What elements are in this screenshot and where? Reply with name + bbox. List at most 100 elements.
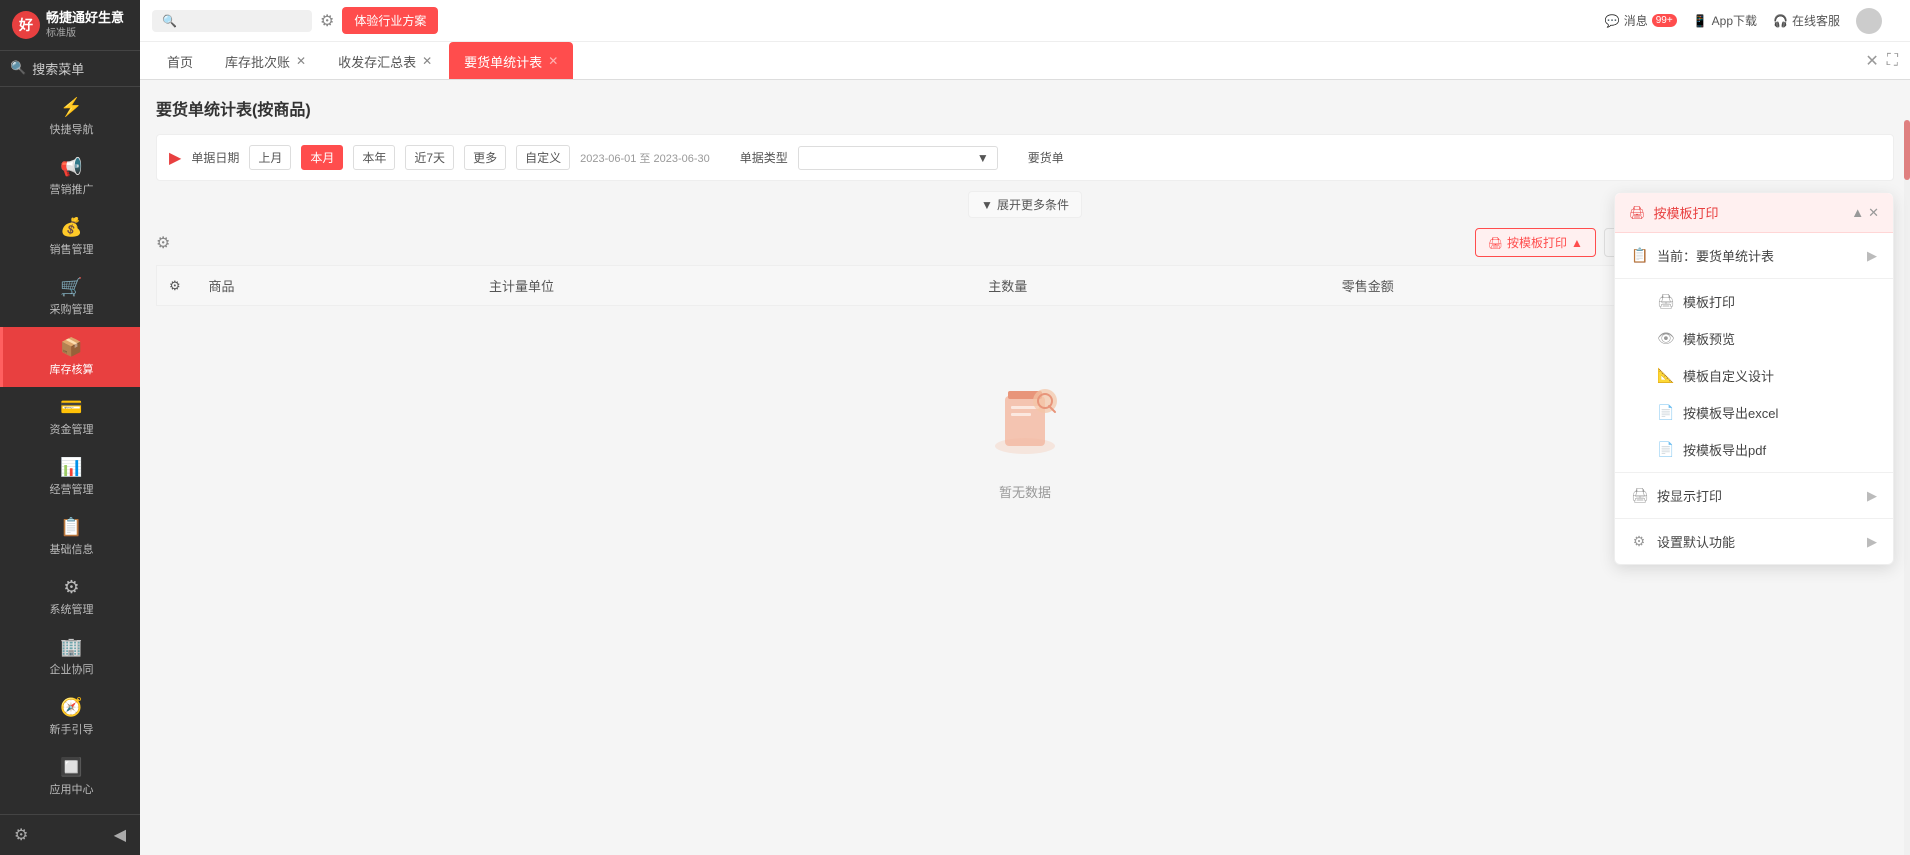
export-excel-icon: 📄 xyxy=(1657,404,1673,421)
date-filter-label: 单据日期 xyxy=(191,149,239,166)
search-menu-item[interactable]: 🔍 搜索菜单 xyxy=(0,51,140,87)
template-design-icon: 📐 xyxy=(1657,367,1673,384)
sidebar-item-operations[interactable]: 📊 经营管理 xyxy=(0,447,140,507)
user-avatar[interactable] xyxy=(1856,8,1882,34)
dropdown-section-current: 📋 当前：要货单统计表 ▶ xyxy=(1615,233,1893,279)
print-template-label: 按模板打印 xyxy=(1507,234,1567,251)
sidebar-item-sales[interactable]: 💰 销售管理 xyxy=(0,207,140,267)
sidebar-item-quick-nav[interactable]: ⚡ 快捷导航 xyxy=(0,87,140,147)
enterprise-label: 企业协同 xyxy=(50,661,94,677)
template-preview-icon: 👁 xyxy=(1657,330,1673,347)
print-btn-arrow: ▲ xyxy=(1571,236,1583,250)
col-settings[interactable]: ⚙ xyxy=(157,266,197,306)
tab-inventory-batch-close[interactable]: ✕ xyxy=(296,54,306,68)
app-center-label: 应用中心 xyxy=(50,781,94,797)
tab-order-stats-close[interactable]: ✕ xyxy=(548,54,558,68)
type-filter-label: 单据类型 xyxy=(740,149,788,166)
sidebar-item-inventory[interactable]: 📦 库存核算 xyxy=(0,327,140,387)
headset-icon: 🎧 xyxy=(1773,14,1788,28)
settings-footer-icon[interactable]: ⚙ xyxy=(14,825,28,845)
template-preview-label: 模板预览 xyxy=(1683,329,1735,348)
export-excel-label: 按模板导出excel xyxy=(1683,403,1778,422)
date-current-year-btn[interactable]: 本年 xyxy=(353,145,395,170)
current-template-icon: 📋 xyxy=(1631,247,1647,264)
dropdown-title-label: 按模板打印 xyxy=(1654,203,1719,222)
col-quantity: 主数量 xyxy=(976,266,1329,306)
sidebar-item-basic-info[interactable]: 📋 基础信息 xyxy=(0,507,140,567)
topbar-search-box[interactable]: 🔍 xyxy=(152,10,312,32)
set-default-icon: ⚙ xyxy=(1631,533,1647,550)
action-bar-left: ⚙ xyxy=(156,233,186,253)
page-scrollbar[interactable] xyxy=(1904,120,1910,855)
messages-icon: 💬 xyxy=(1605,14,1620,28)
date-current-month-btn[interactable]: 本月 xyxy=(301,145,343,170)
date-more-btn[interactable]: 更多 xyxy=(464,145,506,170)
purchase-icon: 🛒 xyxy=(60,277,82,298)
marketing-label: 营销推广 xyxy=(50,181,94,197)
tabs-actions: ✕ ⛶ xyxy=(1865,51,1898,71)
dropdown-template-design[interactable]: 📐 模板自定义设计 xyxy=(1615,357,1893,394)
topbar-settings-icon[interactable]: ⚙ xyxy=(320,11,334,31)
dropdown-export-pdf[interactable]: 📄 按模板导出pdf xyxy=(1615,431,1893,468)
expand-icon: ▼ xyxy=(981,198,993,212)
tab-receipt-summary[interactable]: 收发存汇总表 ✕ xyxy=(323,42,447,79)
scrollbar-thumb[interactable] xyxy=(1904,120,1910,180)
app-download-label: App下载 xyxy=(1712,12,1757,29)
messages-btn[interactable]: 💬 消息 99+ xyxy=(1605,12,1677,29)
expand-more-conditions-btn[interactable]: ▼ 展开更多条件 xyxy=(968,191,1082,218)
tab-close-all-icon[interactable]: ✕ xyxy=(1865,51,1878,71)
tab-inventory-batch[interactable]: 库存批次账 ✕ xyxy=(210,42,321,79)
expand-label: 展开更多条件 xyxy=(997,196,1069,213)
dropdown-display-print[interactable]: 🖨 按显示打印 ▶ xyxy=(1615,477,1893,514)
date-custom-btn[interactable]: 自定义 xyxy=(516,145,570,170)
dropdown-export-excel[interactable]: 📄 按模板导出excel xyxy=(1615,394,1893,431)
print-template-btn[interactable]: 🖨 按模板打印 ▲ xyxy=(1475,228,1596,257)
app-download-btn[interactable]: 📱 App下载 xyxy=(1693,12,1757,29)
current-arrow-icon: ▶ xyxy=(1867,248,1877,264)
finance-icon: 💳 xyxy=(60,397,82,418)
system-icon: ⚙ xyxy=(63,577,79,598)
type-select[interactable]: ▼ xyxy=(798,146,998,170)
sidebar-item-finance[interactable]: 💳 资金管理 xyxy=(0,387,140,447)
tab-home[interactable]: 首页 xyxy=(152,42,208,79)
empty-illustration xyxy=(975,366,1075,466)
dropdown-set-default[interactable]: ⚙ 设置默认功能 ▶ xyxy=(1615,523,1893,560)
topbar-search-icon: 🔍 xyxy=(162,14,177,28)
empty-text: 暂无数据 xyxy=(999,482,1051,501)
app-download-icon: 📱 xyxy=(1693,14,1708,28)
print-dropdown: 🖨 按模板打印 ▲ ✕ 📋 当前：要货单统计表 ▶ 🖨 模板打印 xyxy=(1614,192,1894,565)
newbie-icon: 🧭 xyxy=(60,697,82,718)
online-service-btn[interactable]: 🎧 在线客服 xyxy=(1773,12,1840,29)
dropdown-template-preview[interactable]: 👁 模板预览 xyxy=(1615,320,1893,357)
dropdown-section-template: 🖨 模板打印 👁 模板预览 📐 模板自定义设计 📄 按模板导出excel 📄 xyxy=(1615,279,1893,473)
tab-receipt-summary-close[interactable]: ✕ xyxy=(422,54,432,68)
tab-order-stats[interactable]: 要货单统计表 ✕ xyxy=(449,42,573,79)
dropdown-up-icon[interactable]: ▲ xyxy=(1851,205,1864,220)
display-print-label: 按显示打印 xyxy=(1657,486,1722,505)
date-prev-month-btn[interactable]: 上月 xyxy=(249,145,291,170)
filter-expand-icon[interactable]: ▶ xyxy=(169,148,181,168)
sidebar-item-enterprise[interactable]: 🏢 企业协同 xyxy=(0,627,140,687)
filter-bar: ▶ 单据日期 上月 本月 本年 近7天 更多 自定义 2023-06-01 至 … xyxy=(156,134,1894,181)
sales-icon: 💰 xyxy=(60,217,82,238)
dropdown-current-item[interactable]: 📋 当前：要货单统计表 ▶ xyxy=(1615,237,1893,274)
sidebar-item-marketing[interactable]: 📢 营销推广 xyxy=(0,147,140,207)
tab-maximize-icon[interactable]: ⛶ xyxy=(1887,52,1898,70)
collapse-sidebar-icon[interactable]: ◀ xyxy=(114,825,126,845)
dropdown-close-icon[interactable]: ✕ xyxy=(1868,205,1879,221)
sidebar-item-newbie[interactable]: 🧭 新手引导 xyxy=(0,687,140,747)
newbie-label: 新手引导 xyxy=(50,721,94,737)
industry-solution-btn[interactable]: 体验行业方案 xyxy=(342,7,438,34)
sidebar-item-app-center[interactable]: 🔲 应用中心 xyxy=(0,747,140,807)
sidebar-item-system[interactable]: ⚙ 系统管理 xyxy=(0,567,140,627)
display-print-icon: 🖨 xyxy=(1631,487,1647,504)
marketing-icon: 📢 xyxy=(60,157,82,178)
table-settings-icon[interactable]: ⚙ xyxy=(156,233,170,253)
sidebar-item-purchase[interactable]: 🛒 采购管理 xyxy=(0,267,140,327)
date-7days-btn[interactable]: 近7天 xyxy=(405,145,454,170)
export-pdf-icon: 📄 xyxy=(1657,441,1673,458)
sidebar-item-wechat[interactable]: 💬 企业微信 xyxy=(0,807,140,814)
dropdown-template-print[interactable]: 🖨 模板打印 xyxy=(1615,283,1893,320)
inventory-label: 库存核算 xyxy=(50,361,94,377)
operations-icon: 📊 xyxy=(60,457,82,478)
